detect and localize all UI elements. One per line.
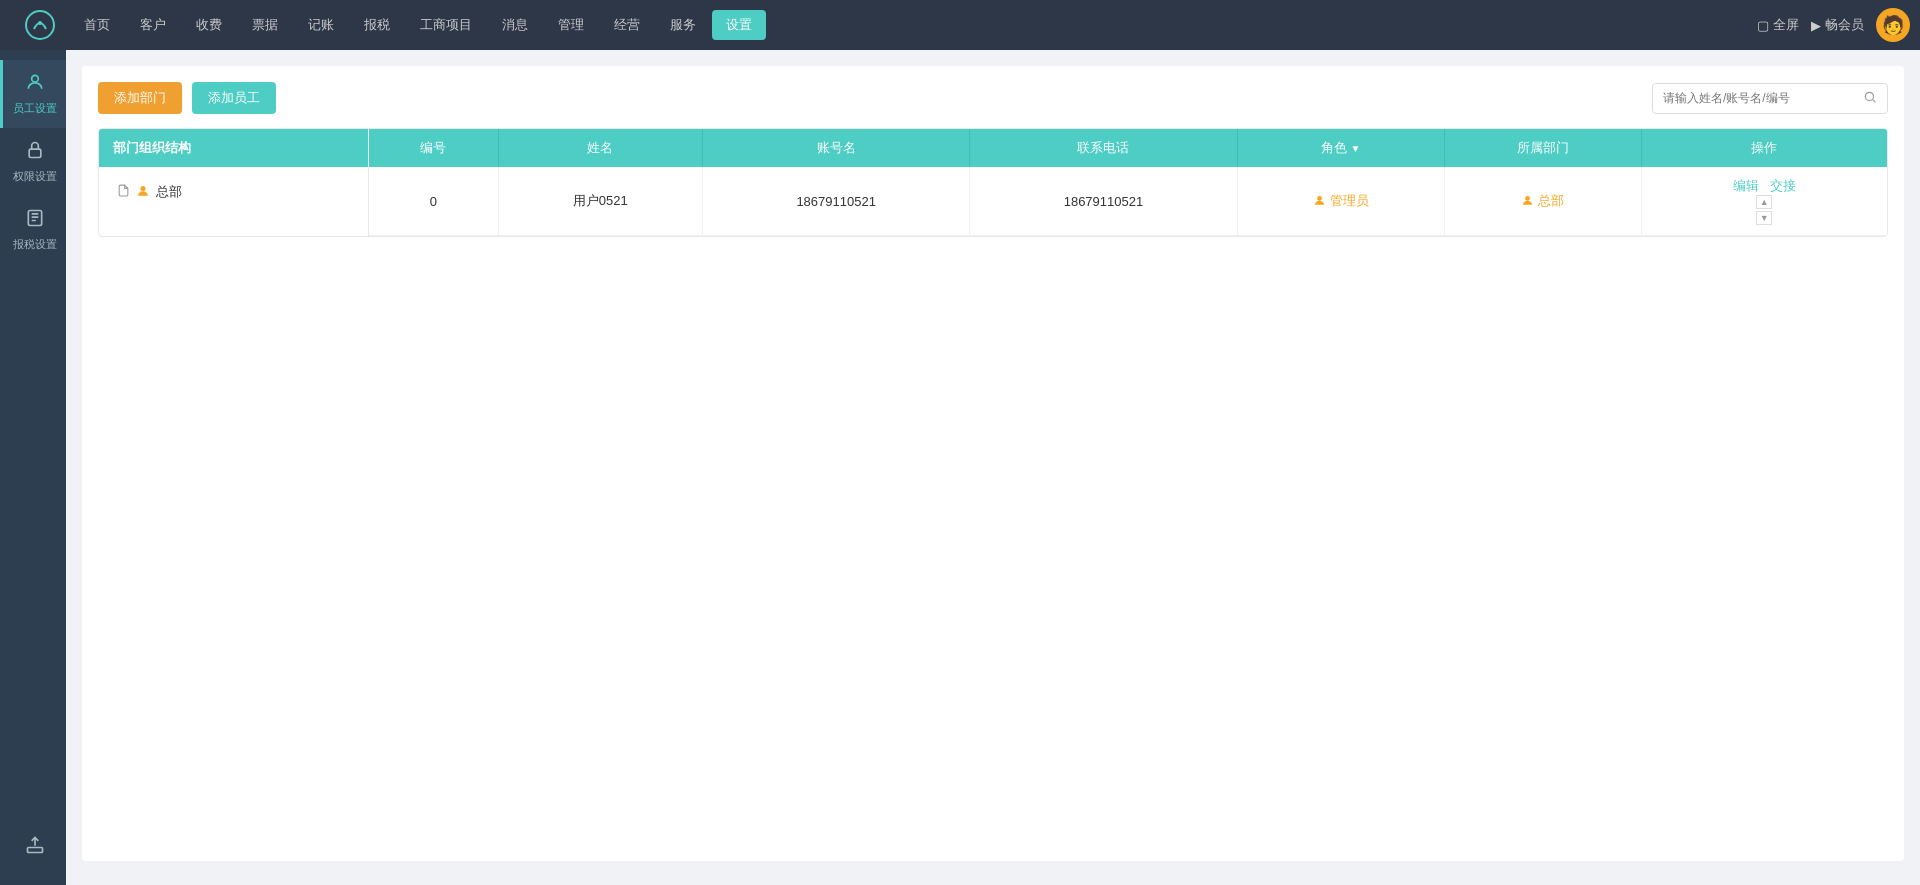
svg-rect-3 bbox=[29, 149, 41, 157]
nav-item-bills[interactable]: 票据 bbox=[238, 10, 292, 40]
top-navigation: 首页 客户 收费 票据 记账 报税 工商项目 消息 管理 经营 服务 设置 ▢ … bbox=[0, 0, 1920, 50]
upload-icon bbox=[25, 835, 45, 857]
sidebar-bottom-action[interactable] bbox=[16, 823, 51, 869]
sidebar-permissions-label: 权限设置 bbox=[13, 169, 57, 184]
sidebar-item-employee[interactable]: 员工设置 bbox=[0, 60, 66, 128]
svg-point-2 bbox=[31, 75, 38, 82]
sidebar-bottom bbox=[16, 823, 51, 885]
content-area: 添加部门 添加员工 部门组织结构 bbox=[82, 66, 1904, 861]
employee-table: 编号 姓名 账号名 联系电话 角色 ▼ 所属部门 操作 bbox=[369, 129, 1887, 236]
cell-name: 用户0521 bbox=[498, 167, 702, 236]
toolbar: 添加部门 添加员工 bbox=[98, 82, 1888, 114]
org-tree: 部门组织结构 bbox=[99, 129, 369, 236]
nav-item-operations[interactable]: 经营 bbox=[600, 10, 654, 40]
sidebar-tax-label: 报税设置 bbox=[13, 237, 57, 252]
fullscreen-button[interactable]: ▢ 全屏 bbox=[1757, 16, 1799, 34]
svg-rect-5 bbox=[27, 848, 42, 853]
permissions-icon bbox=[25, 140, 45, 165]
svg-point-1 bbox=[38, 21, 42, 25]
nav-item-messages[interactable]: 消息 bbox=[488, 10, 542, 40]
doc-icon bbox=[117, 184, 130, 200]
nav-item-customer[interactable]: 客户 bbox=[126, 10, 180, 40]
org-tree-header: 部门组织结构 bbox=[99, 129, 368, 167]
svg-point-6 bbox=[1865, 92, 1873, 100]
col-header-name: 姓名 bbox=[498, 129, 702, 167]
edit-link[interactable]: 编辑 bbox=[1733, 178, 1759, 193]
member-button[interactable]: ▶ 畅会员 bbox=[1811, 16, 1864, 34]
col-header-dept: 所属部门 bbox=[1444, 129, 1641, 167]
cell-dept: 总部 bbox=[1444, 167, 1641, 236]
main-content: 添加部门 添加员工 部门组织结构 bbox=[66, 50, 1920, 885]
nav-items: 首页 客户 收费 票据 记账 报税 工商项目 消息 管理 经营 服务 设置 bbox=[70, 10, 1757, 40]
col-header-action: 操作 bbox=[1641, 129, 1887, 167]
member-icon: ▶ bbox=[1811, 18, 1821, 33]
add-department-button[interactable]: 添加部门 bbox=[98, 82, 182, 114]
logo-icon bbox=[10, 9, 70, 41]
nav-item-bookkeeping[interactable]: 记账 bbox=[294, 10, 348, 40]
nav-item-business[interactable]: 工商项目 bbox=[406, 10, 486, 40]
svg-point-9 bbox=[1526, 196, 1530, 200]
col-header-role: 角色 ▼ bbox=[1237, 129, 1444, 167]
person-icon bbox=[136, 184, 150, 201]
cell-phone: 18679110521 bbox=[970, 167, 1237, 236]
search-input[interactable] bbox=[1653, 85, 1853, 111]
svg-point-8 bbox=[1317, 196, 1321, 200]
sidebar: 员工设置 权限设置 报税设置 bbox=[0, 50, 66, 885]
table-row: 0 用户0521 18679110521 18679110521 管理员 bbox=[369, 167, 1887, 236]
nav-item-settings[interactable]: 设置 bbox=[712, 10, 766, 40]
member-label: 畅会员 bbox=[1825, 16, 1864, 34]
tree-node-headquarters[interactable]: 总部 bbox=[109, 177, 358, 207]
scroll-up-button[interactable]: ▲ bbox=[1756, 195, 1772, 209]
search-box bbox=[1652, 83, 1888, 114]
filter-icon[interactable]: ▼ bbox=[1351, 143, 1361, 154]
col-header-phone: 联系电话 bbox=[970, 129, 1237, 167]
nav-item-tax[interactable]: 报税 bbox=[350, 10, 404, 40]
add-employee-button[interactable]: 添加员工 bbox=[192, 82, 276, 114]
table: 编号 姓名 账号名 联系电话 角色 ▼ 所属部门 操作 bbox=[369, 129, 1887, 236]
sidebar-item-permissions[interactable]: 权限设置 bbox=[0, 128, 66, 196]
svg-point-7 bbox=[141, 186, 146, 191]
body-layout: 部门组织结构 bbox=[98, 128, 1888, 237]
tree-node-label: 总部 bbox=[156, 183, 182, 201]
table-header-row: 编号 姓名 账号名 联系电话 角色 ▼ 所属部门 操作 bbox=[369, 129, 1887, 167]
row-scroll-controls: ▲ ▼ bbox=[1654, 195, 1875, 225]
role-badge: 管理员 bbox=[1313, 192, 1369, 210]
nav-item-manage[interactable]: 管理 bbox=[544, 10, 598, 40]
fullscreen-icon: ▢ bbox=[1757, 18, 1769, 33]
nav-item-service[interactable]: 服务 bbox=[656, 10, 710, 40]
sidebar-item-tax-settings[interactable]: 报税设置 bbox=[0, 196, 66, 264]
avatar-icon: 🧑 bbox=[1882, 14, 1904, 36]
org-tree-body: 总部 bbox=[99, 167, 368, 217]
nav-item-fees[interactable]: 收费 bbox=[182, 10, 236, 40]
col-header-account: 账号名 bbox=[703, 129, 970, 167]
cell-id: 0 bbox=[369, 167, 498, 236]
search-button[interactable] bbox=[1853, 84, 1887, 113]
cell-account: 18679110521 bbox=[703, 167, 970, 236]
nav-right: ▢ 全屏 ▶ 畅会员 🧑 bbox=[1757, 8, 1910, 42]
cell-role: 管理员 bbox=[1237, 167, 1444, 236]
sidebar-employee-label: 员工设置 bbox=[13, 101, 57, 116]
dept-badge: 总部 bbox=[1521, 192, 1564, 210]
transfer-link[interactable]: 交接 bbox=[1770, 178, 1796, 193]
nav-item-home[interactable]: 首页 bbox=[70, 10, 124, 40]
fullscreen-label: 全屏 bbox=[1773, 16, 1799, 34]
tax-settings-icon bbox=[25, 208, 45, 233]
avatar[interactable]: 🧑 bbox=[1876, 8, 1910, 42]
scroll-down-button[interactable]: ▼ bbox=[1756, 211, 1772, 225]
employee-icon bbox=[25, 72, 45, 97]
col-header-id: 编号 bbox=[369, 129, 498, 167]
cell-action: 编辑 交接 ▲ ▼ bbox=[1641, 167, 1887, 236]
